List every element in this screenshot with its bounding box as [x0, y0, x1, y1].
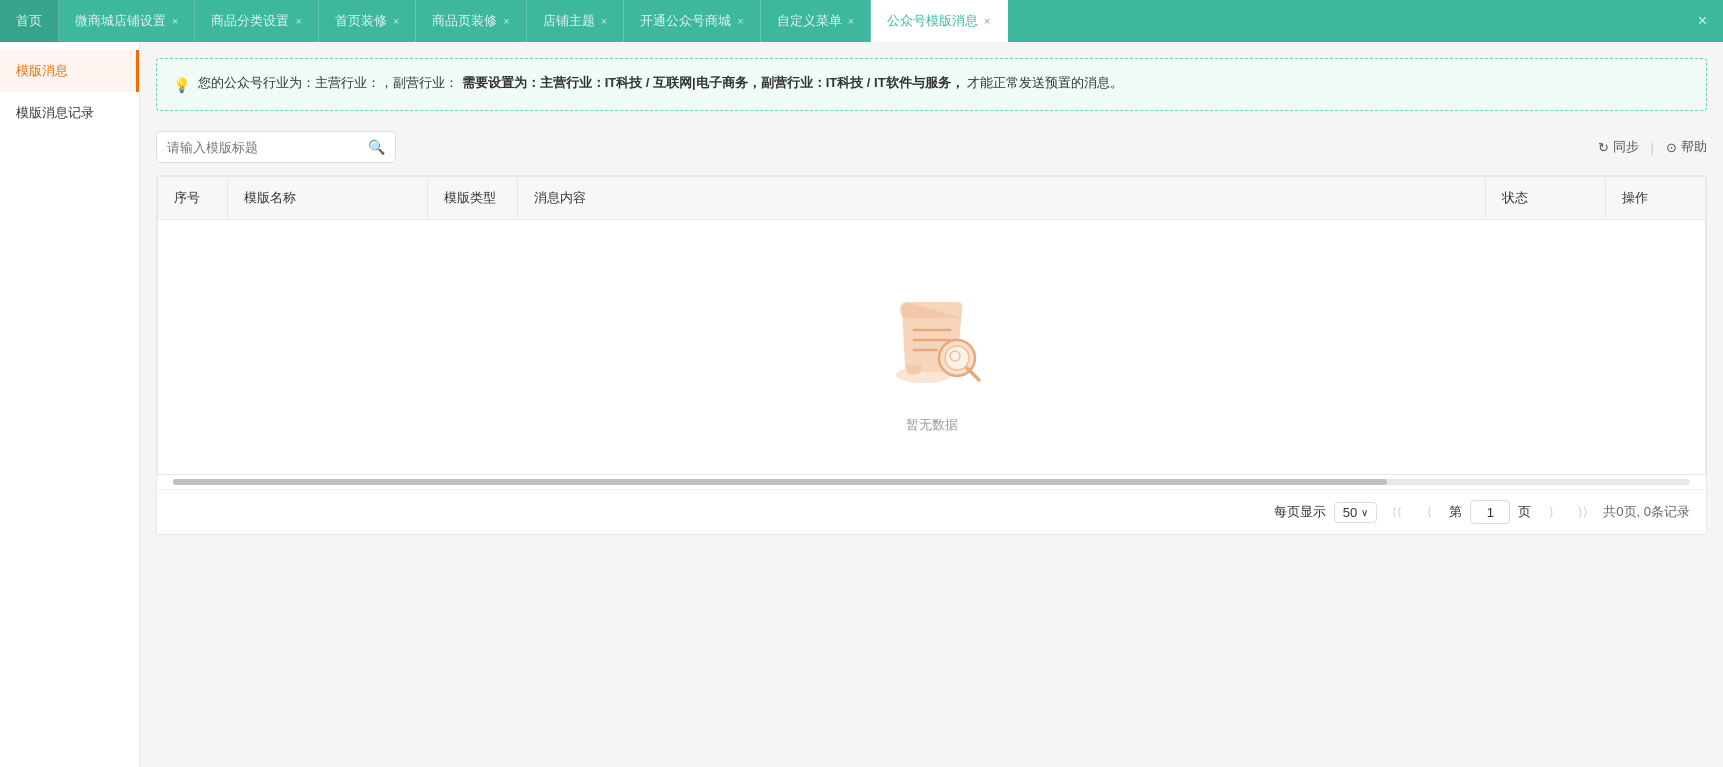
page-size-value: 50: [1343, 505, 1357, 520]
sidebar: 模版消息 模版消息记录: [0, 42, 140, 767]
info-banner-text: 您的公众号行业为：主营行业：，副营行业： 需要设置为：主营行业：IT科技 / 互…: [198, 73, 1123, 94]
col-action: 操作: [1606, 177, 1706, 220]
bulb-icon: 💡: [173, 74, 190, 96]
tab-open-mall-close[interactable]: ×: [737, 15, 743, 27]
action-divider: |: [1651, 140, 1654, 155]
tab-product-decor[interactable]: 商品页装修 ×: [416, 0, 526, 42]
table-header: 序号 模版名称 模版类型 消息内容 状态 操作: [158, 177, 1706, 220]
sidebar-item-template-msg[interactable]: 模版消息: [0, 50, 139, 92]
help-label: 帮助: [1681, 138, 1707, 156]
empty-state: 暂无数据: [158, 220, 1705, 474]
col-content: 消息内容: [518, 177, 1486, 220]
info-banner-text-after: 才能正常发送预置的消息。: [967, 75, 1123, 90]
svg-line-6: [967, 368, 979, 380]
tab-shop-theme[interactable]: 店铺主题 ×: [527, 0, 624, 42]
main-layout: 模版消息 模版消息记录 💡 您的公众号行业为：主营行业：，副营行业： 需要设置为…: [0, 42, 1723, 767]
tab-home-decor[interactable]: 首页装修 ×: [319, 0, 416, 42]
tab-shop-theme-close[interactable]: ×: [601, 15, 607, 27]
horizontal-scrollbar[interactable]: [157, 475, 1706, 489]
data-table-wrap: 序号 模版名称 模版类型 消息内容 状态 操作: [156, 175, 1707, 535]
sync-icon: ↻: [1598, 140, 1609, 155]
page-size-chevron: ∨: [1361, 507, 1368, 518]
table-empty-row: 暂无数据: [158, 220, 1706, 475]
tab-template-msg-close[interactable]: ×: [984, 15, 990, 27]
search-input[interactable]: [167, 140, 368, 155]
tab-custom-menu[interactable]: 自定义菜单 ×: [761, 0, 871, 42]
page-size-label: 每页显示: [1274, 503, 1326, 521]
tab-home-decor-label: 首页装修: [335, 12, 387, 30]
tab-category-setting-close[interactable]: ×: [295, 15, 301, 27]
table-body: 暂无数据: [158, 220, 1706, 475]
empty-illustration: [872, 280, 992, 400]
data-table: 序号 模版名称 模版类型 消息内容 状态 操作: [157, 176, 1706, 475]
tab-template-msg-label: 公众号模版消息: [887, 12, 978, 30]
tab-shop-theme-label: 店铺主题: [543, 12, 595, 30]
tab-shop-setting[interactable]: 微商城店铺设置 ×: [59, 0, 195, 42]
help-button[interactable]: ⊙ 帮助: [1666, 138, 1707, 156]
page-size-select[interactable]: 50 ∨: [1334, 502, 1377, 523]
tab-custom-menu-close[interactable]: ×: [848, 15, 854, 27]
page-label-after: 页: [1518, 503, 1531, 521]
tab-product-decor-label: 商品页装修: [432, 12, 497, 30]
col-status: 状态: [1486, 177, 1606, 220]
tab-open-mall-label: 开通公众号商城: [640, 12, 731, 30]
tab-product-decor-close[interactable]: ×: [503, 15, 509, 27]
empty-text: 暂无数据: [906, 416, 958, 434]
tab-category-setting-label: 商品分类设置: [211, 12, 289, 30]
tab-bar: 首页 微商城店铺设置 × 商品分类设置 × 首页装修 × 商品页装修 × 店铺主…: [0, 0, 1723, 42]
scrollbar-track: [173, 479, 1690, 485]
col-name: 模版名称: [228, 177, 428, 220]
info-banner-text-before: 您的公众号行业为：主营行业：，副营行业：: [198, 75, 458, 90]
tab-bar-close-all[interactable]: ×: [1682, 12, 1723, 30]
page-next-button[interactable]: ⟩: [1539, 500, 1563, 524]
svg-point-5: [945, 346, 969, 370]
search-input-wrap: 🔍: [156, 131, 396, 163]
page-last-button[interactable]: ⟩⟩: [1571, 500, 1595, 524]
pagination: 每页显示 50 ∨ ⟨⟨ ⟨ 第 页 ⟩ ⟩⟩ 共0页, 0条记录: [157, 489, 1706, 534]
tab-template-msg[interactable]: 公众号模版消息 ×: [871, 0, 1007, 42]
info-banner: 💡 您的公众号行业为：主营行业：，副营行业： 需要设置为：主营行业：IT科技 /…: [156, 58, 1707, 111]
sync-label: 同步: [1613, 138, 1639, 156]
page-first-button[interactable]: ⟨⟨: [1385, 500, 1409, 524]
page-label-before: 第: [1449, 503, 1462, 521]
total-info: 共0页, 0条记录: [1603, 503, 1690, 521]
tab-shop-setting-label: 微商城店铺设置: [75, 12, 166, 30]
help-icon: ⊙: [1666, 140, 1677, 155]
scrollbar-thumb: [173, 479, 1387, 485]
col-seq: 序号: [158, 177, 228, 220]
col-type: 模版类型: [428, 177, 518, 220]
tab-home-decor-close[interactable]: ×: [393, 15, 399, 27]
search-actions: ↻ 同步 | ⊙ 帮助: [1598, 138, 1707, 156]
search-icon[interactable]: 🔍: [368, 139, 385, 155]
page-number-input[interactable]: [1470, 500, 1510, 524]
sidebar-item-template-msg-label: 模版消息: [16, 63, 68, 78]
table-empty-cell: 暂无数据: [158, 220, 1706, 475]
sidebar-item-template-record[interactable]: 模版消息记录: [0, 92, 139, 134]
tab-home-label: 首页: [16, 12, 42, 30]
page-prev-button[interactable]: ⟨: [1417, 500, 1441, 524]
tab-custom-menu-label: 自定义菜单: [777, 12, 842, 30]
sync-button[interactable]: ↻ 同步: [1598, 138, 1639, 156]
content-area: 💡 您的公众号行业为：主营行业：，副营行业： 需要设置为：主营行业：IT科技 /…: [140, 42, 1723, 767]
table-header-row: 序号 模版名称 模版类型 消息内容 状态 操作: [158, 177, 1706, 220]
search-bar: 🔍 ↻ 同步 | ⊙ 帮助: [156, 131, 1707, 163]
tab-category-setting[interactable]: 商品分类设置 ×: [195, 0, 318, 42]
info-banner-highlight: 需要设置为：主营行业：IT科技 / 互联网|电子商务，副营行业：IT科技 / I…: [462, 75, 964, 90]
tab-open-mall[interactable]: 开通公众号商城 ×: [624, 0, 760, 42]
tab-shop-setting-close[interactable]: ×: [172, 15, 178, 27]
sidebar-item-template-record-label: 模版消息记录: [16, 105, 94, 120]
tab-home[interactable]: 首页: [0, 0, 59, 42]
